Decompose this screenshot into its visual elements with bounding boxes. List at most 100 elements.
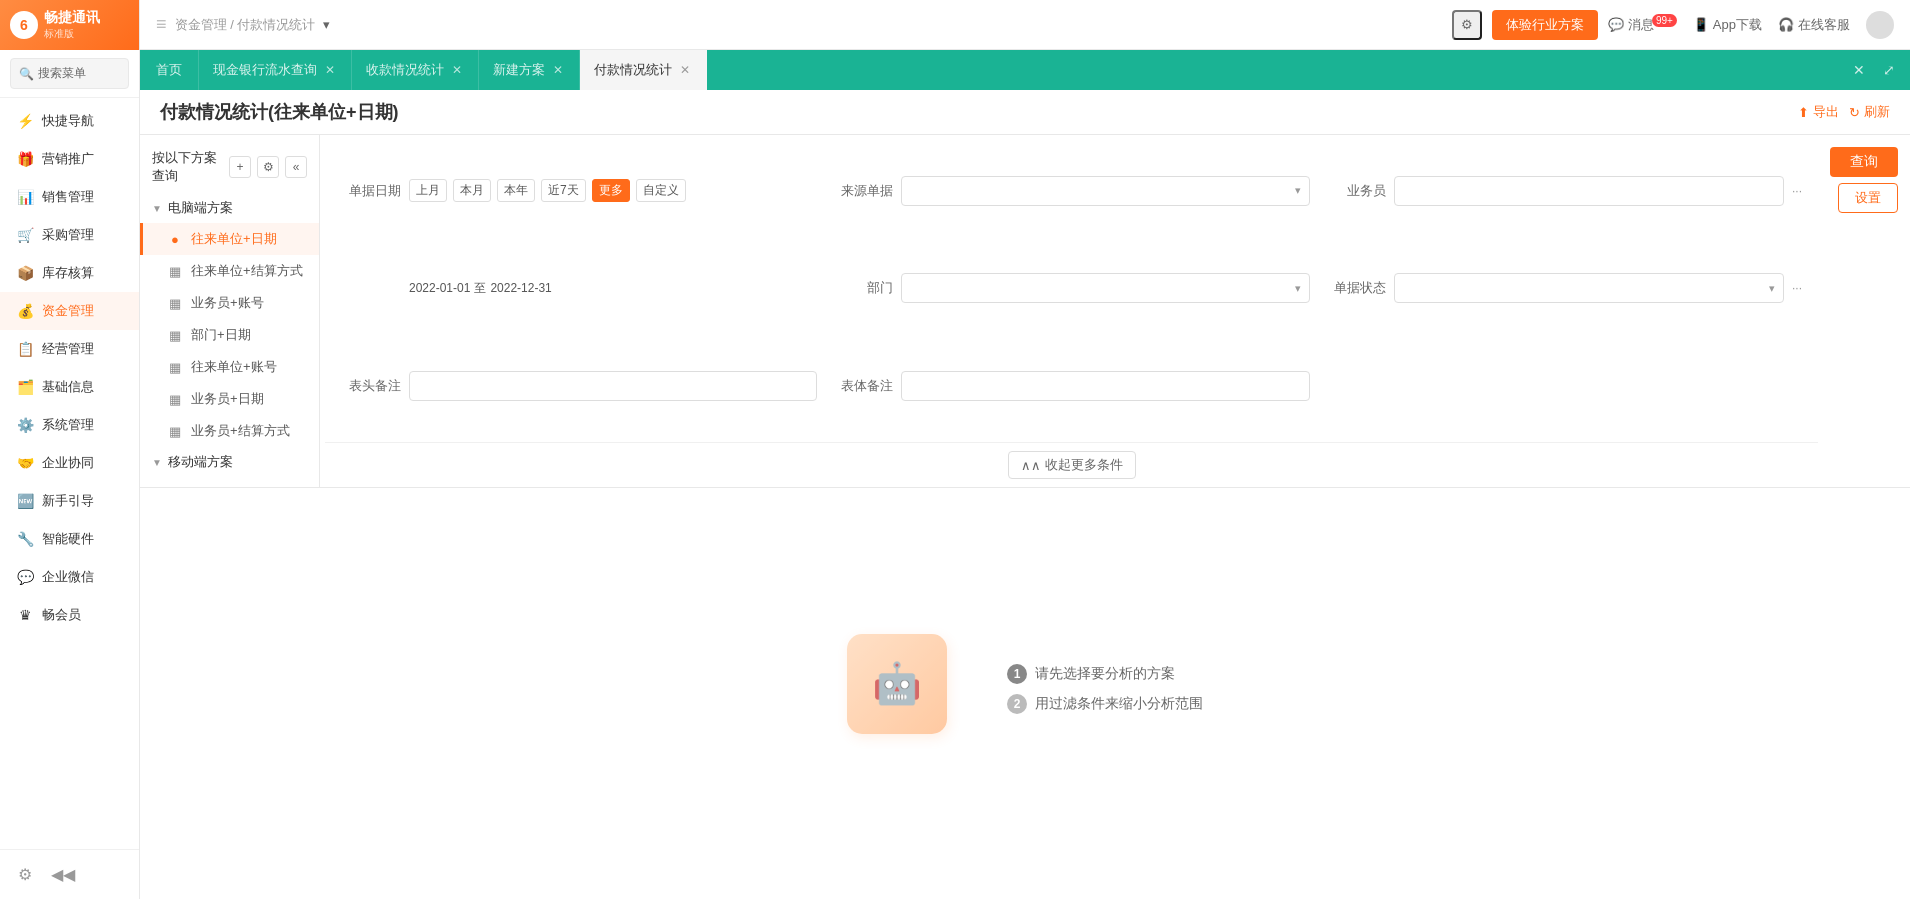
sidebar-title: 畅捷通讯 bbox=[44, 9, 100, 27]
filter-right-actions: 查询 设置 bbox=[1818, 135, 1910, 487]
enterprise-icon: 🤝 bbox=[16, 454, 34, 472]
sales-icon: 📊 bbox=[16, 188, 34, 206]
sidebar-item-purchase[interactable]: 🛒 采购管理 bbox=[0, 216, 139, 254]
group-triangle: ▼ bbox=[152, 457, 162, 468]
table-body-remark-input[interactable] bbox=[901, 371, 1309, 401]
refresh-button[interactable]: ↻ 刷新 bbox=[1849, 103, 1890, 121]
this-month-btn[interactable]: 本月 bbox=[453, 179, 491, 202]
collapse-scheme-button[interactable]: « bbox=[285, 156, 307, 178]
empty-state: 🤖 1 请先选择要分析的方案 2 用过滤条件来缩小分析范围 bbox=[140, 488, 1910, 899]
dept-select[interactable]: ▾ bbox=[901, 273, 1309, 303]
trial-btn[interactable]: 体验行业方案 bbox=[1492, 10, 1598, 40]
doc-status-select[interactable]: ▾ bbox=[1394, 273, 1784, 303]
collapse-more-button[interactable]: ∧∧ 收起更多条件 bbox=[1008, 451, 1136, 479]
sidebar-item-sales[interactable]: 📊 销售管理 bbox=[0, 178, 139, 216]
doc-status-arrow: ▾ bbox=[1769, 282, 1775, 295]
tab-close-new-scheme[interactable]: ✕ bbox=[551, 63, 565, 77]
scheme-item-staff-account[interactable]: ▦ 业务员+账号 bbox=[140, 287, 319, 319]
last-7days-btn[interactable]: 近7天 bbox=[541, 179, 586, 202]
tab-receivable[interactable]: 收款情况统计✕ bbox=[352, 50, 479, 90]
scheme-item-staff-date[interactable]: ▦ 业务员+日期 bbox=[140, 383, 319, 415]
last-month-btn[interactable]: 上月 bbox=[409, 179, 447, 202]
filter-fields: 单据日期 上月 本月 本年 近7天 更多 自定义 bbox=[325, 135, 1818, 442]
maximize-button[interactable]: ⤢ bbox=[1876, 57, 1902, 83]
this-year-btn[interactable]: 本年 bbox=[497, 179, 535, 202]
dept-select-arrow: ▾ bbox=[1295, 282, 1301, 295]
tab-payment-stats[interactable]: 付款情况统计✕ bbox=[580, 50, 707, 90]
scheme-group: ▼ 移动端方案 bbox=[140, 447, 319, 477]
app-download-button[interactable]: 📱 App下载 bbox=[1693, 16, 1762, 34]
refresh-icon: ↻ bbox=[1849, 105, 1860, 120]
scheme-item-staff-settle[interactable]: ▦ 业务员+结算方式 bbox=[140, 415, 319, 447]
message-icon: 💬 bbox=[1608, 17, 1624, 32]
group-title: 移动端方案 bbox=[168, 453, 233, 471]
scheme-group-label[interactable]: ▼电脑端方案 bbox=[140, 193, 319, 223]
sidebar-item-finance[interactable]: 💰 资金管理 bbox=[0, 292, 139, 330]
scheme-settings-button[interactable]: ⚙ bbox=[257, 156, 279, 178]
staff-input[interactable] bbox=[1394, 176, 1784, 206]
empty-illustration: 🤖 bbox=[847, 634, 967, 754]
sidebar-search-area: 🔍 搜索菜单 bbox=[0, 50, 139, 98]
sidebar-item-guide[interactable]: 🆕 新手引导 bbox=[0, 482, 139, 520]
scheme-item-label: 业务员+账号 bbox=[191, 294, 264, 312]
settings-footer-button[interactable]: ⚙ bbox=[10, 860, 40, 890]
user-avatar-area[interactable] bbox=[1866, 11, 1894, 39]
table-header-remark-input[interactable] bbox=[409, 371, 817, 401]
scheme-item-dept-date[interactable]: ▦ 部门+日期 bbox=[140, 319, 319, 351]
more-date-btn[interactable]: 更多 bbox=[592, 179, 630, 202]
sidebar-item-vip[interactable]: ♛ 畅会员 bbox=[0, 596, 139, 634]
topbar-settings-button[interactable]: ⚙ bbox=[1452, 10, 1482, 40]
collapse-sidebar-button[interactable]: ◀◀ bbox=[48, 860, 78, 890]
settings-small-button[interactable]: 设置 bbox=[1838, 183, 1898, 213]
tab-close-payment-stats[interactable]: ✕ bbox=[678, 63, 692, 77]
custom-date-btn[interactable]: 自定义 bbox=[636, 179, 686, 202]
breadcrumb-dropdown[interactable]: ▾ bbox=[323, 17, 330, 32]
sidebar-item-enterprise[interactable]: 🤝 企业协同 bbox=[0, 444, 139, 482]
messages-button[interactable]: 💬 消息 99+ bbox=[1608, 16, 1677, 34]
inventory-icon: 📦 bbox=[16, 264, 34, 282]
query-button[interactable]: 查询 bbox=[1830, 147, 1898, 177]
vip-icon: ♛ bbox=[16, 606, 34, 624]
sidebar-item-inventory[interactable]: 📦 库存核算 bbox=[0, 254, 139, 292]
hint-num-1: 1 bbox=[1007, 664, 1027, 684]
scheme-item-icon: ▦ bbox=[167, 295, 183, 311]
staff-label: 业务员 bbox=[1326, 182, 1386, 200]
sidebar-item-basics[interactable]: 🗂️ 基础信息 bbox=[0, 368, 139, 406]
scheme-item-partner-account[interactable]: ▦ 往来单位+账号 bbox=[140, 351, 319, 383]
close-all-tabs-button[interactable]: ✕ bbox=[1846, 57, 1872, 83]
filter-fields-area: 单据日期 上月 本月 本年 近7天 更多 自定义 bbox=[325, 135, 1910, 487]
online-service-button[interactable]: 🎧 在线客服 bbox=[1778, 16, 1850, 34]
table-body-remark-row: 表体备注 bbox=[833, 342, 1309, 430]
add-scheme-button[interactable]: + bbox=[229, 156, 251, 178]
sidebar-item-system[interactable]: ⚙️ 系统管理 bbox=[0, 406, 139, 444]
export-button[interactable]: ⬆ 导出 bbox=[1798, 103, 1839, 121]
scheme-item-partner-settle[interactable]: ▦ 往来单位+结算方式 bbox=[140, 255, 319, 287]
robot-icon: 🤖 bbox=[847, 634, 947, 734]
tab-close-cash-flow[interactable]: ✕ bbox=[323, 63, 337, 77]
scheme-group-label[interactable]: ▼ 移动端方案 bbox=[140, 447, 319, 477]
sidebar-item-quick-nav[interactable]: ⚡ 快捷导航 bbox=[0, 102, 139, 140]
tab-close-receivable[interactable]: ✕ bbox=[450, 63, 464, 77]
tab-home[interactable]: 首页 bbox=[140, 50, 199, 90]
sidebar-item-label: 企业协同 bbox=[42, 454, 94, 472]
search-menu-button[interactable]: 🔍 搜索菜单 bbox=[10, 58, 129, 89]
sidebar-item-wechat[interactable]: 💬 企业微信 bbox=[0, 558, 139, 596]
tab-label: 新建方案 bbox=[493, 61, 545, 79]
tab-new-scheme[interactable]: 新建方案 ✕ bbox=[479, 50, 580, 90]
scheme-item-label: 往来单位+结算方式 bbox=[191, 262, 303, 280]
scheme-item-partner-date[interactable]: ● 往来单位+日期 bbox=[140, 223, 319, 255]
source-select-arrow: ▾ bbox=[1295, 184, 1301, 197]
partner-more-icon[interactable]: ··· bbox=[1792, 281, 1802, 295]
scheme-item-icon: ▦ bbox=[167, 423, 183, 439]
empty-hints: 1 请先选择要分析的方案 2 用过滤条件来缩小分析范围 bbox=[1007, 664, 1203, 724]
breadcrumb-bars-icon: ≡ bbox=[156, 14, 167, 35]
sidebar-item-marketing[interactable]: 🎁 营销推广 bbox=[0, 140, 139, 178]
source-select[interactable]: ▾ bbox=[901, 176, 1309, 206]
staff-more-icon[interactable]: ··· bbox=[1792, 184, 1802, 198]
tab-cash-flow[interactable]: 现金银行流水查询✕ bbox=[199, 50, 352, 90]
date-range-start: 2022-01-01 bbox=[409, 281, 470, 295]
scheme-items: ▼电脑端方案 ● 往来单位+日期 ▦ 往来单位+结算方式 ▦ 业务员+账号 ▦ … bbox=[140, 193, 319, 477]
sidebar-item-hardware[interactable]: 🔧 智能硬件 bbox=[0, 520, 139, 558]
topbar-breadcrumb: ≡ 资金管理 / 付款情况统计 ▾ bbox=[156, 14, 1442, 35]
sidebar-item-operations[interactable]: 📋 经营管理 bbox=[0, 330, 139, 368]
